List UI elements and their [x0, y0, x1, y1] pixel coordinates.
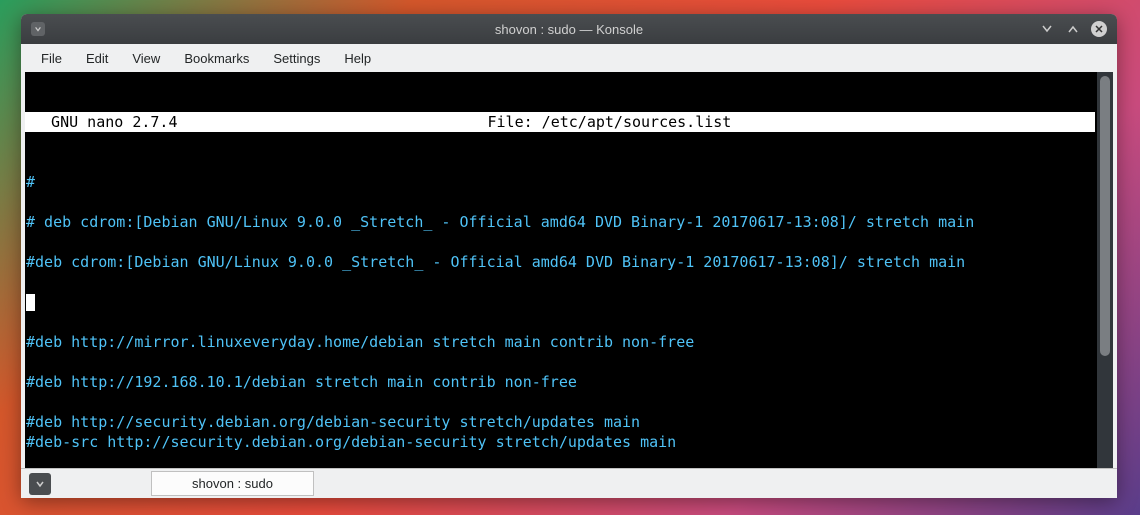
menu-bookmarks[interactable]: Bookmarks — [172, 47, 261, 70]
editor-line: #deb cdrom:[Debian GNU/Linux 9.0.0 _Stre… — [26, 252, 1095, 272]
maximize-icon[interactable] — [1065, 21, 1081, 37]
menu-view[interactable]: View — [120, 47, 172, 70]
editor-line: #deb-src http://security.debian.org/debi… — [26, 432, 1095, 452]
menubar: File Edit View Bookmarks Settings Help — [21, 44, 1117, 72]
titlebar[interactable]: shovon : sudo — Konsole — [21, 14, 1117, 44]
window-controls — [1039, 21, 1117, 37]
minimize-icon[interactable] — [1039, 21, 1055, 37]
editor-line — [26, 392, 1095, 412]
editor-line — [26, 452, 1095, 468]
close-icon[interactable] — [1091, 21, 1107, 37]
scrollbar-thumb[interactable] — [1100, 76, 1110, 356]
menu-file[interactable]: File — [29, 47, 74, 70]
terminal-area[interactable]: GNU nano 2.7.4 File: /etc/apt/sources.li… — [25, 72, 1113, 468]
konsole-window: shovon : sudo — Konsole File Edit View B… — [21, 14, 1117, 498]
editor-line — [26, 292, 1095, 312]
editor-line — [26, 192, 1095, 212]
nano-version: GNU nano 2.7.4 — [25, 112, 178, 132]
editor-line — [26, 232, 1095, 252]
new-tab-button[interactable] — [29, 473, 51, 495]
editor-line: #deb http://security.debian.org/debian-s… — [26, 412, 1095, 432]
menu-edit[interactable]: Edit — [74, 47, 120, 70]
editor-line — [26, 272, 1095, 292]
nano-editor-body[interactable]: # # deb cdrom:[Debian GNU/Linux 9.0.0 _S… — [25, 172, 1095, 468]
editor-line — [26, 352, 1095, 372]
nano-header: GNU nano 2.7.4 File: /etc/apt/sources.li… — [25, 112, 1095, 132]
scrollbar[interactable] — [1097, 72, 1113, 468]
editor-line — [26, 312, 1095, 332]
editor-line: # — [26, 172, 1095, 192]
window-title: shovon : sudo — Konsole — [495, 22, 643, 37]
terminal-content[interactable]: GNU nano 2.7.4 File: /etc/apt/sources.li… — [25, 72, 1095, 468]
menu-settings[interactable]: Settings — [261, 47, 332, 70]
nano-filename: File: /etc/apt/sources.list — [488, 112, 732, 132]
editor-line: # deb cdrom:[Debian GNU/Linux 9.0.0 _Str… — [26, 212, 1095, 232]
menu-help[interactable]: Help — [332, 47, 383, 70]
tab-shovon-sudo[interactable]: shovon : sudo — [151, 471, 314, 496]
editor-line: #deb http://192.168.10.1/debian stretch … — [26, 372, 1095, 392]
editor-line: #deb http://mirror.linuxeveryday.home/de… — [26, 332, 1095, 352]
titlebar-menu-icon[interactable] — [31, 22, 45, 36]
tab-bar: shovon : sudo — [21, 468, 1117, 498]
cursor — [26, 294, 35, 311]
